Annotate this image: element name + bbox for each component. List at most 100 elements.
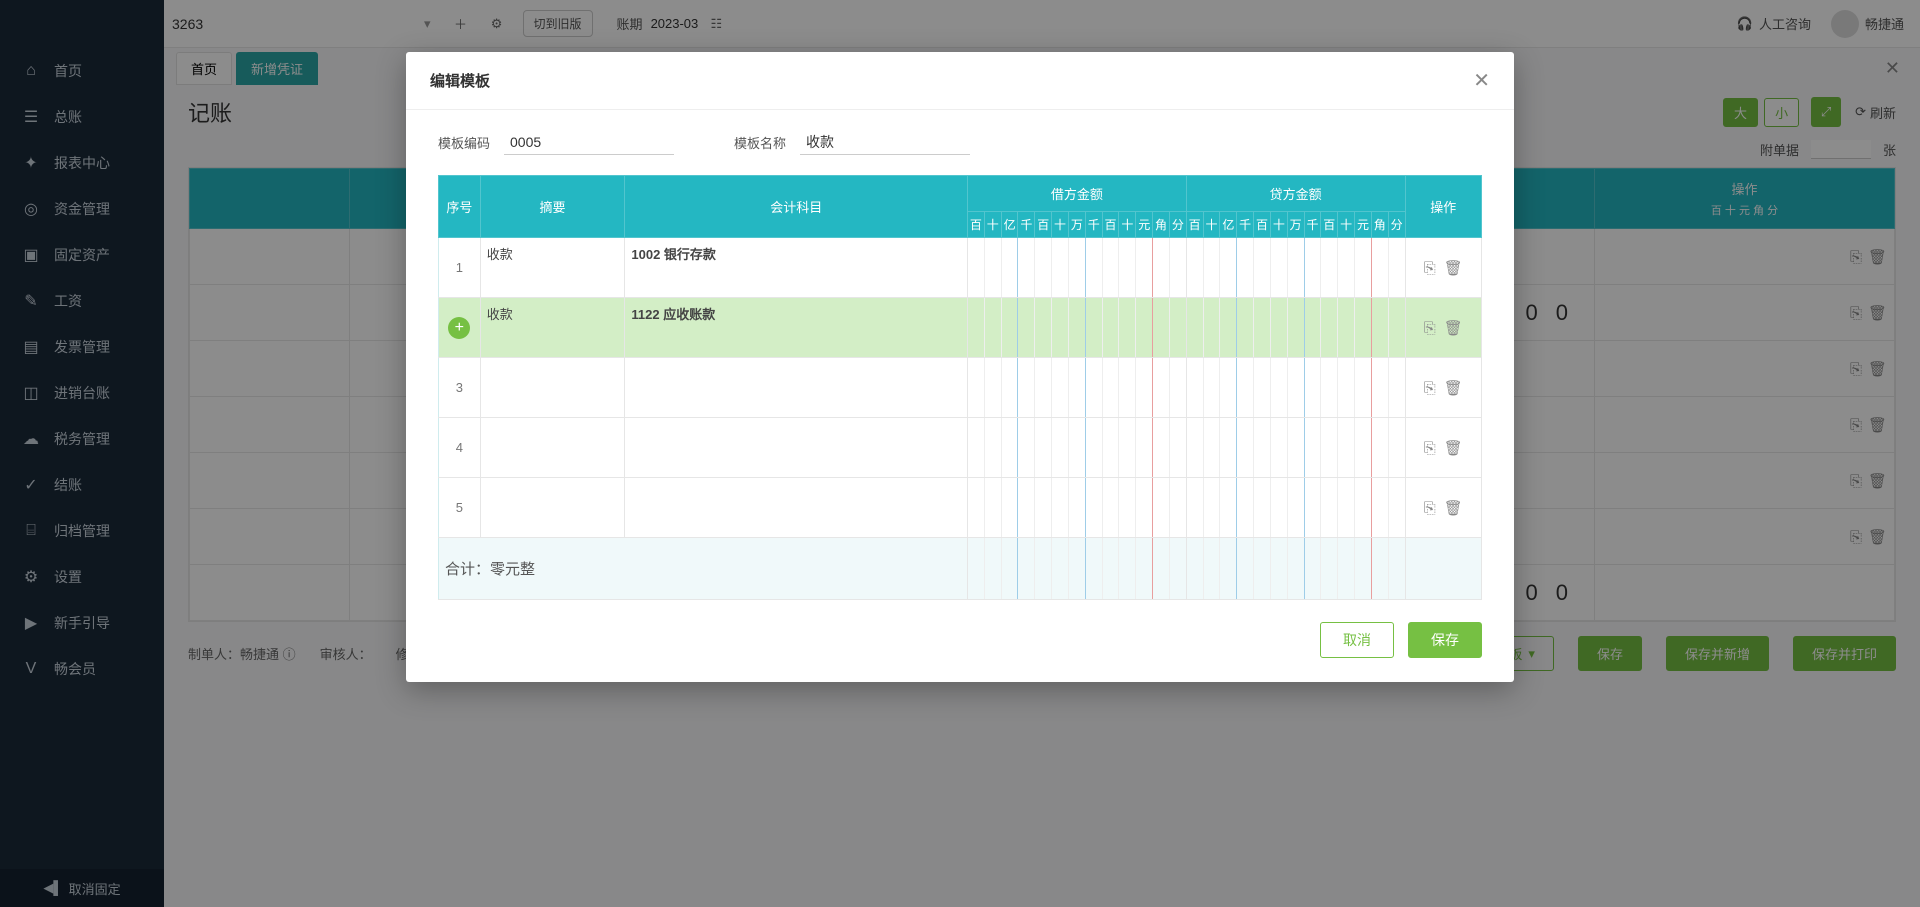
- copy-icon[interactable]: ⎘: [1424, 500, 1436, 517]
- unit-header: 元: [1355, 212, 1372, 238]
- code-input[interactable]: [504, 130, 674, 155]
- code-label: 模板编码: [438, 133, 490, 152]
- name-label: 模板名称: [734, 133, 786, 152]
- add-row-icon[interactable]: +: [448, 317, 470, 339]
- table-row[interactable]: 5⎘🗑: [439, 478, 1482, 538]
- row-index: 3: [439, 358, 481, 418]
- table-row[interactable]: 4⎘🗑: [439, 418, 1482, 478]
- row-index: 5: [439, 478, 481, 538]
- money-cell[interactable]: [1186, 358, 1405, 418]
- unit-header: 十: [1270, 212, 1287, 238]
- template-table: 序号 摘要 会计科目 借方金额 贷方金额 操作 百十亿千百十万千百十元角分百十亿…: [438, 175, 1482, 600]
- unit-header: 亿: [1001, 212, 1018, 238]
- abstract-cell[interactable]: [480, 358, 625, 418]
- unit-header: 十: [1203, 212, 1220, 238]
- money-cell[interactable]: [968, 478, 1187, 538]
- col-subject: 会计科目: [625, 176, 968, 238]
- delete-icon[interactable]: 🗑: [1444, 500, 1463, 517]
- copy-icon[interactable]: ⎘: [1424, 260, 1436, 277]
- unit-header: 千: [1018, 212, 1035, 238]
- col-abstract: 摘要: [480, 176, 625, 238]
- col-action: 操作: [1405, 176, 1481, 238]
- row-index: 1: [439, 238, 481, 298]
- modal-body: 模板编码 模板名称 序号 摘要 会计科目 借方金额 贷方金额 操作: [406, 110, 1514, 608]
- unit-header: 角: [1153, 212, 1170, 238]
- unit-header: 百: [1186, 212, 1203, 238]
- col-idx: 序号: [439, 176, 481, 238]
- unit-header: 百: [1321, 212, 1338, 238]
- unit-header: 亿: [1220, 212, 1237, 238]
- subject-cell[interactable]: [625, 358, 968, 418]
- col-credit: 贷方金额: [1186, 176, 1405, 212]
- delete-icon[interactable]: 🗑: [1444, 440, 1463, 457]
- save-button[interactable]: 保存: [1408, 622, 1482, 658]
- action-cell: ⎘🗑: [1405, 238, 1481, 298]
- total-action: [1405, 538, 1481, 600]
- total-row: 合计：零元整: [439, 538, 1482, 600]
- money-cell[interactable]: [968, 358, 1187, 418]
- template-code-field: 模板编码: [438, 130, 674, 155]
- delete-icon[interactable]: 🗑: [1444, 380, 1463, 397]
- money-cell[interactable]: [1186, 298, 1405, 358]
- action-cell: ⎘🗑: [1405, 298, 1481, 358]
- unit-header: 千: [1237, 212, 1254, 238]
- money-cell[interactable]: [968, 238, 1187, 298]
- abstract-cell[interactable]: 收款: [480, 298, 625, 358]
- unit-header: 分: [1388, 212, 1405, 238]
- table-row[interactable]: 1收款1002 银行存款⎘🗑: [439, 238, 1482, 298]
- delete-icon[interactable]: 🗑: [1444, 260, 1463, 277]
- unit-header: 十: [1338, 212, 1355, 238]
- unit-header: 元: [1136, 212, 1153, 238]
- name-input[interactable]: [800, 130, 970, 155]
- unit-header: 千: [1304, 212, 1321, 238]
- delete-icon[interactable]: 🗑: [1444, 320, 1463, 337]
- unit-header: 分: [1169, 212, 1186, 238]
- close-icon[interactable]: ✕: [1473, 68, 1490, 93]
- col-debit: 借方金额: [968, 176, 1187, 212]
- template-name-field: 模板名称: [734, 130, 970, 155]
- modal-overlay: 编辑模板 ✕ 模板编码 模板名称 序号 摘要 会计科目: [0, 0, 1920, 907]
- table-row[interactable]: +收款1122 应收账款⎘🗑: [439, 298, 1482, 358]
- row-index: +: [439, 298, 481, 358]
- unit-header: 十: [1119, 212, 1136, 238]
- unit-header: 角: [1371, 212, 1388, 238]
- unit-header: 万: [1287, 212, 1304, 238]
- abstract-cell[interactable]: [480, 418, 625, 478]
- subject-cell[interactable]: [625, 418, 968, 478]
- unit-header: 百: [1254, 212, 1271, 238]
- unit-header: 千: [1085, 212, 1102, 238]
- money-cell[interactable]: [968, 298, 1187, 358]
- copy-icon[interactable]: ⎘: [1424, 320, 1436, 337]
- copy-icon[interactable]: ⎘: [1424, 440, 1436, 457]
- unit-header: 百: [968, 212, 985, 238]
- copy-icon[interactable]: ⎘: [1424, 380, 1436, 397]
- subject-cell[interactable]: 1122 应收账款: [625, 298, 968, 358]
- cancel-button[interactable]: 取消: [1320, 622, 1394, 658]
- money-cell[interactable]: [1186, 538, 1405, 600]
- money-cell[interactable]: [968, 418, 1187, 478]
- unit-header: 百: [1035, 212, 1052, 238]
- unit-header: 十: [1052, 212, 1069, 238]
- unit-header: 十: [984, 212, 1001, 238]
- modal-title: 编辑模板: [430, 70, 490, 91]
- row-index: 4: [439, 418, 481, 478]
- unit-header: 万: [1068, 212, 1085, 238]
- action-cell: ⎘🗑: [1405, 358, 1481, 418]
- money-cell[interactable]: [1186, 238, 1405, 298]
- unit-header: 百: [1102, 212, 1119, 238]
- table-row[interactable]: 3⎘🗑: [439, 358, 1482, 418]
- edit-template-modal: 编辑模板 ✕ 模板编码 模板名称 序号 摘要 会计科目: [406, 52, 1514, 682]
- abstract-cell[interactable]: [480, 478, 625, 538]
- modal-header: 编辑模板 ✕: [406, 52, 1514, 110]
- total-label: 合计：零元整: [439, 538, 968, 600]
- money-cell[interactable]: [1186, 418, 1405, 478]
- action-cell: ⎘🗑: [1405, 418, 1481, 478]
- form-row: 模板编码 模板名称: [438, 130, 1482, 155]
- money-cell[interactable]: [1186, 478, 1405, 538]
- action-cell: ⎘🗑: [1405, 478, 1481, 538]
- subject-cell[interactable]: 1002 银行存款: [625, 238, 968, 298]
- abstract-cell[interactable]: 收款: [480, 238, 625, 298]
- money-cell[interactable]: [968, 538, 1187, 600]
- modal-footer: 取消 保存: [406, 608, 1514, 682]
- subject-cell[interactable]: [625, 478, 968, 538]
